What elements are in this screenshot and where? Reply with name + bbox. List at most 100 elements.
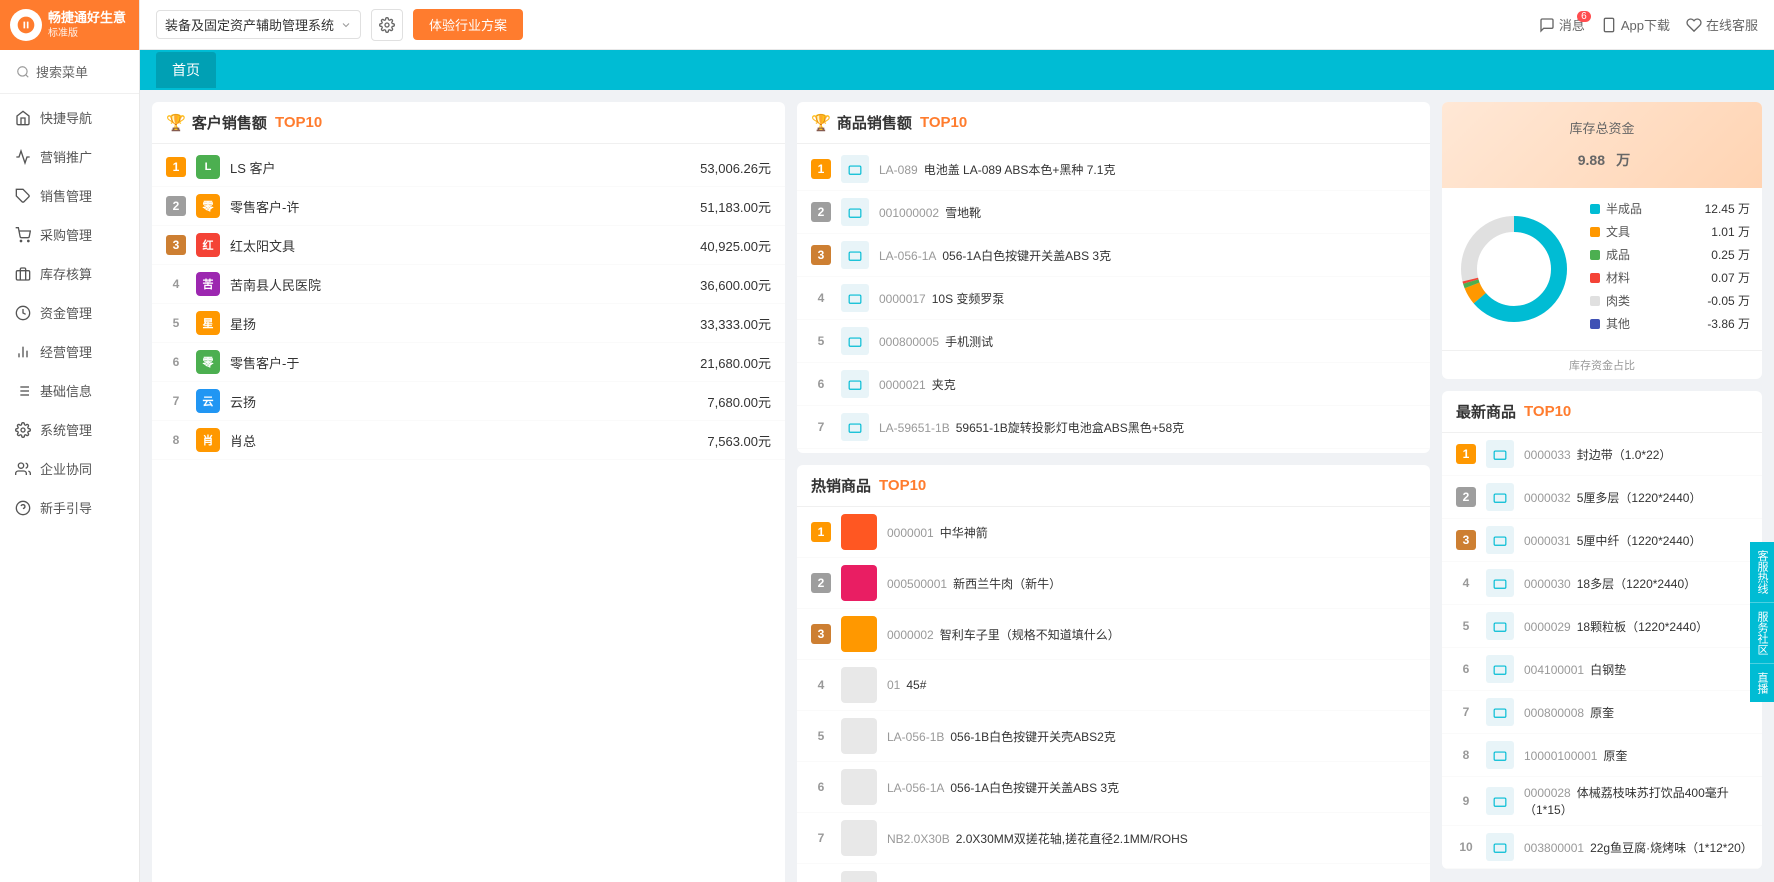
sidebar-item-marketing[interactable]: 营销推广 xyxy=(0,137,139,176)
product-thumb xyxy=(841,198,869,226)
hot-product-item: 2 000500001新西兰牛肉（新牛） xyxy=(797,558,1430,609)
rank-number: 3 xyxy=(1456,530,1476,550)
product-thumbnail-placeholder xyxy=(841,820,877,856)
legend-label: 文具 xyxy=(1590,223,1711,240)
donut-chart xyxy=(1454,209,1574,329)
system-selector[interactable]: 装备及固定资产辅助管理系统 xyxy=(156,10,361,39)
customer-name: 零售客户-于 xyxy=(230,353,690,372)
chart-icon xyxy=(14,343,32,361)
customer-rank-item: 7 云 云扬 7,680.00元 xyxy=(152,382,785,421)
product-rank-item: 6 0000021夹克 xyxy=(797,363,1430,406)
rank-number: 2 xyxy=(166,196,186,216)
rank-number: 9 xyxy=(1456,791,1476,811)
legend-label: 肉类 xyxy=(1590,292,1707,309)
sidebar-item-purchase[interactable]: 采购管理 xyxy=(0,215,139,254)
sidebar-item-cooperation[interactable]: 企业协同 xyxy=(0,449,139,488)
product-rank-item: 2 001000002雪地靴 xyxy=(797,191,1430,234)
sidebar-item-operations[interactable]: 经营管理 xyxy=(0,332,139,371)
brand-name: 畅捷通好生意 xyxy=(48,10,126,27)
product-info: 001000002雪地靴 xyxy=(879,204,1416,221)
new-product-item: 3 00000315厘中纤（1220*2440） xyxy=(1442,519,1762,562)
product-rank-list: 1 LA-089电池盖 LA-089 ABS本色+黑种 7.1克 2 00100… xyxy=(797,144,1430,453)
customer-value: 21,680.00元 xyxy=(700,353,771,372)
product-thumb xyxy=(841,370,869,398)
new-products-header: 最新商品 TOP10 xyxy=(1442,391,1762,433)
hot-products-list: 1 0000001中华神箭 2 000500001新西兰牛肉（新牛） 3 000… xyxy=(797,507,1430,882)
product-thumbnail-placeholder xyxy=(841,718,877,754)
product-ranking-title: 商品销售额TOP10 xyxy=(837,112,967,133)
new-product-info: 0000033封边带（1.0*22） xyxy=(1524,446,1671,463)
legend-label: 材料 xyxy=(1590,269,1711,286)
sidebar-item-finance[interactable]: 资金管理 xyxy=(0,293,139,332)
inventory-legend: 半成品 12.45 万 文具 1.01 万 成品 0.25 万 材料 0.07 … xyxy=(1590,200,1750,338)
customer-name: 零售客户-许 xyxy=(230,197,690,216)
middle-column: 🏆 商品销售额TOP10 1 LA-089电池盖 LA-089 ABS本色+黑种… xyxy=(797,102,1430,882)
money-icon xyxy=(14,304,32,322)
product-info: 0145# xyxy=(887,678,926,692)
rank-number: 6 xyxy=(166,352,186,372)
settings-button[interactable] xyxy=(371,9,403,41)
trial-button[interactable]: 体验行业方案 xyxy=(413,9,523,40)
sidebar-item-basic[interactable]: 基础信息 xyxy=(0,371,139,410)
new-product-thumb xyxy=(1486,483,1514,511)
message-badge: 6 xyxy=(1577,11,1591,22)
online-service-button[interactable]: 在线客服 xyxy=(1686,15,1758,34)
sidebar-item-system[interactable]: 系统管理 xyxy=(0,410,139,449)
sidebar-search-area[interactable]: 搜索菜单 xyxy=(0,50,139,94)
message-button[interactable]: 消息 6 xyxy=(1539,15,1585,34)
sidebar-label: 营销推广 xyxy=(40,147,92,166)
customer-value: 33,333.00元 xyxy=(700,314,771,333)
home-tab[interactable]: 首页 xyxy=(156,52,216,88)
product-thumbnail-placeholder xyxy=(841,871,877,882)
customer-name: 星扬 xyxy=(230,314,690,333)
product-rank-item: 4 000001710S 变频罗泵 xyxy=(797,277,1430,320)
legend-value: 12.45 万 xyxy=(1705,200,1750,217)
app-download-label: App下载 xyxy=(1621,15,1670,34)
product-rank-item: 5 000800005手机测试 xyxy=(797,320,1430,363)
product-info: 000001710S 变频罗泵 xyxy=(879,290,1416,307)
hot-products-card: 热销商品 TOP10 1 0000001中华神箭 2 000500001新西兰牛… xyxy=(797,465,1430,882)
float-btn-hotline[interactable]: 客服热线 xyxy=(1750,542,1774,603)
app-download-button[interactable]: App下载 xyxy=(1601,15,1670,34)
new-product-item: 10 00380000122g鱼豆腐·烧烤味（1*12*20） xyxy=(1442,826,1762,869)
sidebar-item-quick-nav[interactable]: 快捷导航 xyxy=(0,98,139,137)
legend-item: 其他 -3.86 万 xyxy=(1590,315,1750,332)
float-btn-community[interactable]: 服务社区 xyxy=(1750,603,1774,664)
rank-number: 10 xyxy=(1456,837,1476,857)
new-product-thumb xyxy=(1486,569,1514,597)
customer-rank-item: 1 L LS 客户 53,006.26元 xyxy=(152,148,785,187)
product-info: LA-056-1A056-1A白色按键开关盖ABS 3克 xyxy=(879,247,1416,264)
customer-rank-item: 5 星 星扬 33,333.00元 xyxy=(152,304,785,343)
legend-dot xyxy=(1590,296,1600,306)
sidebar-label: 销售管理 xyxy=(40,186,92,205)
gear-icon xyxy=(14,421,32,439)
legend-label: 成品 xyxy=(1590,246,1711,263)
new-product-item: 4 000003018多层（1220*2440） xyxy=(1442,562,1762,605)
product-info: LA-089电池盖 LA-089 ABS本色+黑种 7.1克 xyxy=(879,161,1416,178)
sidebar-item-inventory[interactable]: 库存核算 xyxy=(0,254,139,293)
customer-avatar: 红 xyxy=(196,233,220,257)
rank-number: 1 xyxy=(1456,444,1476,464)
search-menu-button[interactable]: 搜索菜单 xyxy=(10,58,129,85)
topbar: 装备及固定资产辅助管理系统 体验行业方案 消息 6 xyxy=(140,0,1774,50)
hot-products-title: 热销商品 TOP10 xyxy=(811,475,926,496)
legend-dot xyxy=(1590,319,1600,329)
warehouse-icon xyxy=(14,265,32,283)
rank-number: 4 xyxy=(811,288,831,308)
legend-dot xyxy=(1590,204,1600,214)
float-btn-live[interactable]: 直播 xyxy=(1750,664,1774,702)
sidebar-item-sales[interactable]: 销售管理 xyxy=(0,176,139,215)
customer-avatar: L xyxy=(196,155,220,179)
hot-product-item: 8 000001112070519-xs xyxy=(797,864,1430,882)
customer-name: 红太阳文具 xyxy=(230,236,690,255)
rank-number: 3 xyxy=(166,235,186,255)
new-product-thumb xyxy=(1486,833,1514,861)
sidebar-item-guide[interactable]: 新手引导 xyxy=(0,488,139,527)
rank-number: 7 xyxy=(811,417,831,437)
rank-number: 3 xyxy=(811,245,831,265)
rank-number: 2 xyxy=(811,202,831,222)
legend-item: 成品 0.25 万 xyxy=(1590,246,1750,263)
new-product-thumb xyxy=(1486,787,1514,815)
sidebar-label: 企业协同 xyxy=(40,459,92,478)
new-product-item: 7 000800008原奎 xyxy=(1442,691,1762,734)
